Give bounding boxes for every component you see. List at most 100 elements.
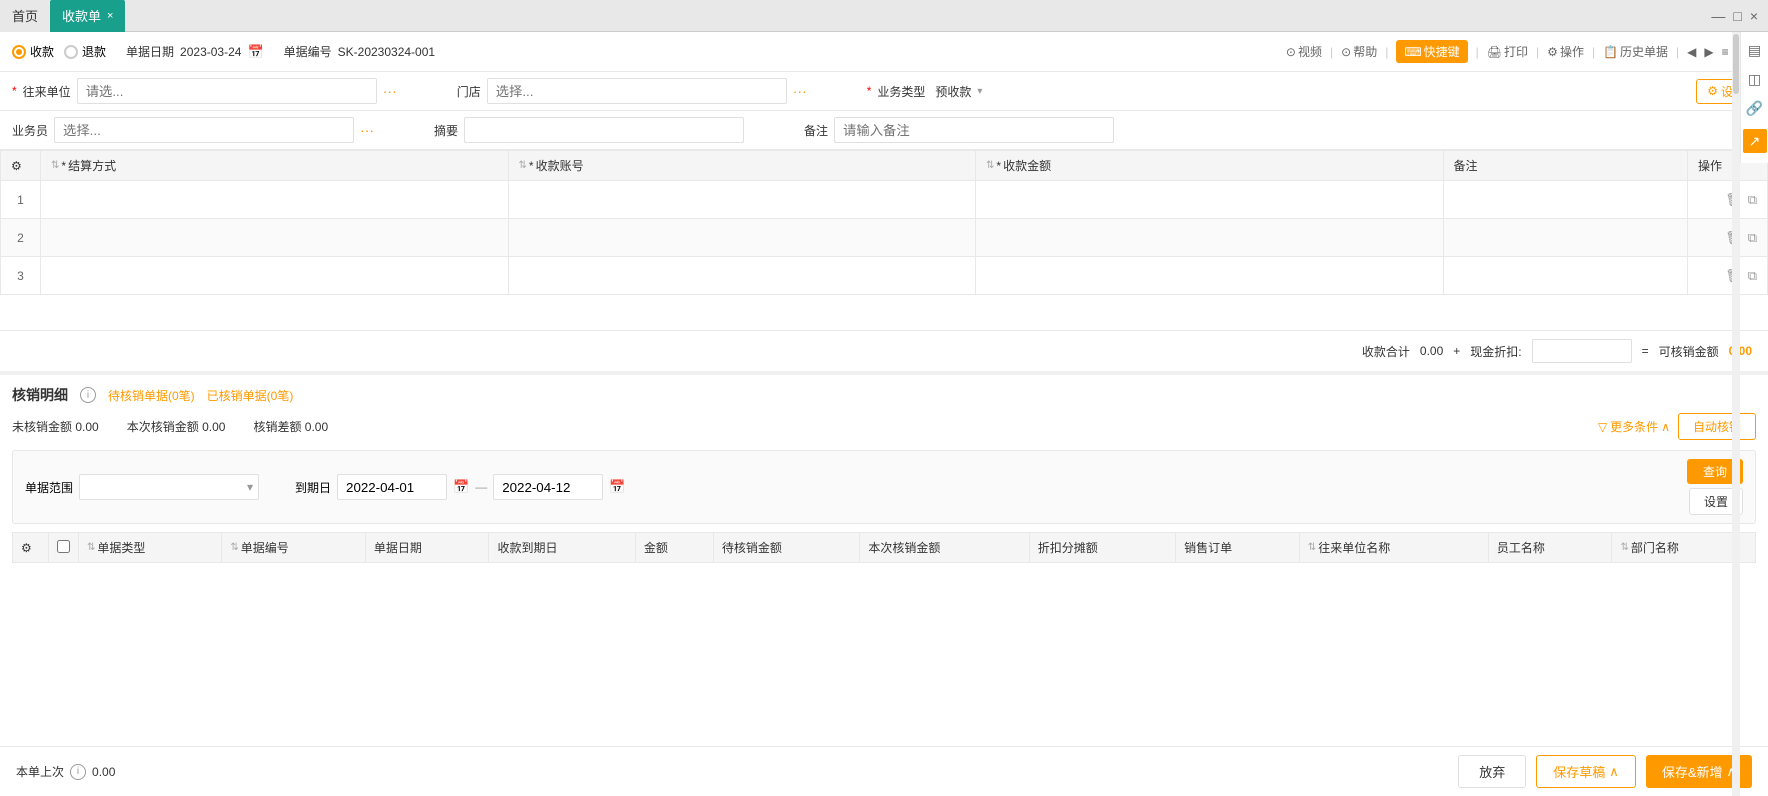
row3-settlement[interactable] [41, 257, 509, 295]
receipt-table-section: ⚙ ⇅ * 结算方式 ⇅ * 收款账号 [0, 150, 1768, 330]
row1-note[interactable] [1443, 181, 1688, 219]
th-settings[interactable]: ⚙ [1, 151, 41, 181]
staff-more-icon[interactable]: ··· [360, 122, 374, 138]
staff-input[interactable] [54, 117, 354, 143]
sidebar-icon-preview[interactable]: ◫ [1748, 71, 1761, 88]
date-to-input[interactable] [493, 474, 603, 500]
video-button[interactable]: ⊙ 视频 [1286, 43, 1322, 60]
nav-next-icon[interactable]: ▶ [1704, 45, 1713, 59]
sort-icon[interactable]: ⇅ [51, 160, 59, 171]
row1-copy-icon[interactable]: ⧉ [1748, 192, 1757, 208]
due-date-field: 到期日 📅 — 📅 [295, 474, 625, 500]
date-dash: — [475, 480, 487, 494]
store-more-icon[interactable]: ··· [793, 83, 807, 99]
row3-copy-icon[interactable]: ⧉ [1748, 268, 1757, 284]
row2-note[interactable] [1443, 219, 1688, 257]
partner-more-icon[interactable]: ··· [383, 83, 397, 99]
row3-account[interactable] [508, 257, 976, 295]
row1-account[interactable] [508, 181, 976, 219]
vth-discount: 折扣分摊额 [1029, 533, 1175, 563]
row2-copy-icon[interactable]: ⧉ [1748, 230, 1757, 246]
save-draft-button[interactable]: 保存草稿 ∧ [1536, 755, 1636, 788]
window-close-icon[interactable]: × [1750, 8, 1758, 24]
window-max-icon[interactable]: □ [1733, 8, 1741, 24]
filter-row: 单据范围 ▾ 到期日 📅 — 📅 [12, 450, 1756, 524]
history-icon: 📋 [1603, 45, 1618, 59]
discount-input[interactable] [1532, 339, 1632, 363]
vsort-icon2[interactable]: ⇅ [230, 542, 238, 553]
row2-account[interactable] [508, 219, 976, 257]
tab-close-icon[interactable]: × [107, 10, 113, 22]
verify-table-header: ⚙ ⇅ 单据类型 ⇅ [13, 533, 1756, 563]
doc-date-calendar-icon[interactable]: 📅 [247, 44, 263, 60]
verify-title: 核销明细 [12, 385, 68, 405]
row1-amount[interactable] [976, 181, 1444, 219]
row2-settlement[interactable] [41, 219, 509, 257]
operation-icon: ⚙ [1547, 45, 1558, 59]
equals-sign: = [1642, 344, 1649, 358]
summary-input[interactable] [464, 117, 744, 143]
row2-amount[interactable] [976, 219, 1444, 257]
row-num-2: 2 [1, 219, 41, 257]
table-row: 1 🗑 ⧉ [1, 181, 1768, 219]
tab-home-label: 首页 [12, 6, 38, 25]
right-sidebar: ▤ ◫ 🔗 ↗ [1740, 32, 1768, 163]
scrollbar[interactable] [1732, 32, 1740, 796]
per-entry-info-icon[interactable]: i [70, 764, 86, 780]
due-date-label: 到期日 [295, 479, 331, 496]
done-tab[interactable]: 已核销单据(0笔) [207, 387, 294, 404]
print-button[interactable]: 🖨 打印 [1487, 43, 1528, 60]
operation-button[interactable]: ⚙ 操作 [1547, 43, 1584, 60]
summary-row: 收款合计 0.00 + 现金折扣: = 可核销金额 0.00 [0, 330, 1768, 371]
table-row: 3 🗑 ⧉ [1, 257, 1768, 295]
th-settlement: ⇅ * 结算方式 [41, 151, 509, 181]
date-to-cal-icon[interactable]: 📅 [609, 479, 625, 495]
history-button[interactable]: 📋 历史单据 [1603, 43, 1668, 60]
radio-receipt[interactable]: 收款 [12, 43, 54, 60]
partner-input[interactable] [77, 78, 377, 104]
shortcut-icon: ⌨ [1404, 45, 1421, 59]
sidebar-icon-link[interactable]: 🔗 [1746, 100, 1763, 117]
shortcut-button[interactable]: ⌨ 快捷键 [1396, 40, 1467, 63]
verify-table-section: ⚙ ⇅ 单据类型 ⇅ [12, 532, 1756, 563]
print-icon: 🖨 [1487, 45, 1502, 59]
vth-staff: 员工名称 [1488, 533, 1612, 563]
auto-verify-button[interactable]: 自动核销 [1678, 413, 1756, 440]
scroll-thumb[interactable] [1733, 34, 1739, 94]
select-all-checkbox[interactable] [57, 540, 70, 553]
vsort-icon3[interactable]: ⇅ [1308, 542, 1316, 553]
window-min-icon[interactable]: — [1711, 8, 1725, 24]
store-input[interactable] [487, 78, 787, 104]
tab-receipt[interactable]: 收款单 × [50, 0, 125, 32]
row1-settlement[interactable] [41, 181, 509, 219]
radio-refund[interactable]: 退款 [64, 43, 106, 60]
pending-tab[interactable]: 待核销单据(0笔) [108, 387, 195, 404]
layout-list-icon[interactable]: ≡ [1722, 45, 1729, 59]
range-select[interactable] [79, 474, 259, 500]
nav-prev-icon[interactable]: ◀ [1687, 45, 1696, 59]
sort-icon2[interactable]: ⇅ [519, 160, 527, 171]
vth-settings[interactable]: ⚙ [13, 533, 49, 563]
save-draft-dropdown-icon[interactable]: ∧ [1609, 764, 1619, 780]
sidebar-icon-expand[interactable]: ↗ [1743, 129, 1767, 153]
tab-home[interactable]: 首页 [0, 0, 50, 32]
row3-note[interactable] [1443, 257, 1688, 295]
date-from-cal-icon[interactable]: 📅 [453, 479, 469, 495]
biz-type-dropdown-icon[interactable]: ▾ [977, 86, 982, 97]
current-stat: 本次核销金额 0.00 [127, 418, 226, 435]
row-num-3: 3 [1, 257, 41, 295]
vsort-icon4[interactable]: ⇅ [1620, 542, 1628, 553]
sort-icon3[interactable]: ⇅ [986, 160, 994, 171]
abandon-button[interactable]: 放弃 [1458, 755, 1526, 788]
date-from-input[interactable] [337, 474, 447, 500]
help-button[interactable]: ⊙ 帮助 [1341, 43, 1377, 60]
verify-info-icon[interactable]: i [80, 387, 96, 403]
note-input[interactable] [834, 117, 1114, 143]
discount-label: 现金折扣: [1470, 343, 1521, 360]
vsort-icon1[interactable]: ⇅ [87, 542, 95, 553]
header-row: 收款 退款 单据日期 2023-03-24 📅 单据编号 SK-20230324… [0, 32, 1768, 72]
row3-amount[interactable] [976, 257, 1444, 295]
receipt-refund-radio: 收款 退款 [12, 43, 106, 60]
sidebar-icon-table[interactable]: ▤ [1748, 42, 1761, 59]
more-conditions-button[interactable]: ▽ 更多条件 ∧ [1598, 418, 1670, 435]
